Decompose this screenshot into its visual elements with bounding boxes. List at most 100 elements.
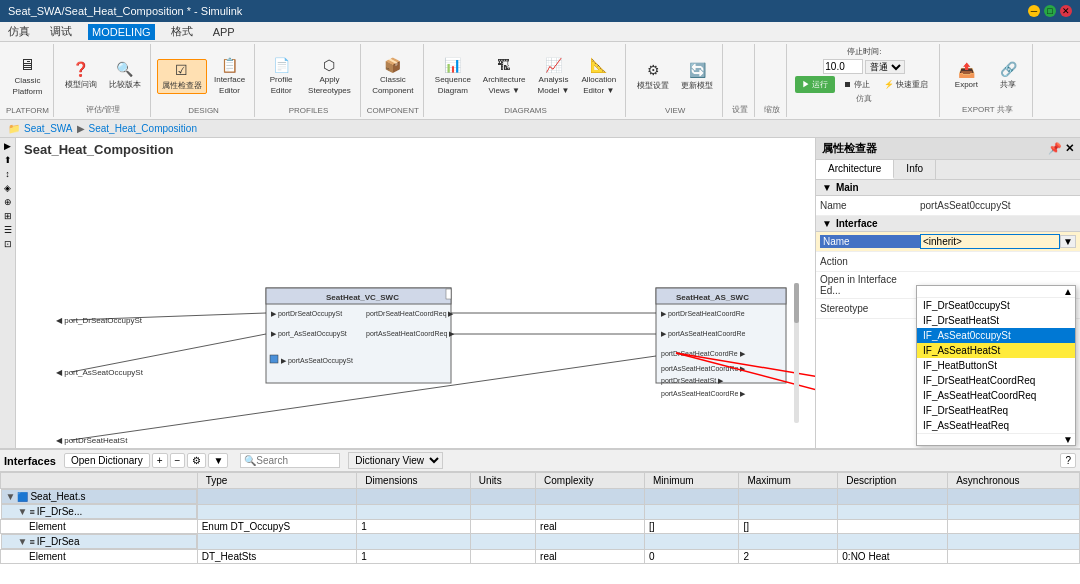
table-cell <box>739 504 838 520</box>
col-header-units: Units <box>470 473 535 489</box>
profile-editor-button[interactable]: 📄ProfileEditor <box>261 54 301 98</box>
table-cell <box>838 534 948 550</box>
svg-text:SeatHeat_AS_SWC: SeatHeat_AS_SWC <box>676 293 749 302</box>
interfaces-title: Interfaces <box>4 455 56 467</box>
row-subgroup2-name: IF_DrSea <box>37 536 80 547</box>
col-header-maximum: Maximum <box>739 473 838 489</box>
view-select[interactable]: Dictionary View <box>348 452 443 469</box>
interface-name-dropdown-btn[interactable]: ▼ <box>1060 235 1076 248</box>
table-row[interactable]: ▼ ≡ IF_DrSe... <box>1 504 1080 520</box>
as-swc-block[interactable] <box>656 288 786 383</box>
table-cell-name: Element <box>1 520 198 534</box>
classic-component-button[interactable]: 📦ClassicComponent <box>367 54 418 98</box>
sidebar-tool6[interactable]: ⊡ <box>3 238 13 250</box>
dropdown-item-2-selected[interactable]: IF_AsSeat0ccupySt <box>917 328 1075 343</box>
main-section-header[interactable]: ▼ Main <box>816 180 1080 196</box>
property-panel: 属性检查器 📌 ✕ Architecture Info ▼ Main Name … <box>815 138 1080 448</box>
model-query-button[interactable]: ❓模型问询 <box>60 58 102 93</box>
table-row[interactable]: ▼ ≡ IF_DrSea <box>1 534 1080 550</box>
table-filter-button[interactable]: ▼ <box>208 453 228 468</box>
panel-header: 属性检查器 📌 ✕ <box>816 138 1080 160</box>
table-cell <box>536 534 645 550</box>
zoom-group-label: 缩放 <box>764 104 780 115</box>
sidebar-tool4[interactable]: ⊞ <box>3 210 13 222</box>
apply-stereotypes-button[interactable]: ⬡ApplyStereotypes <box>303 54 356 98</box>
dropdown-scroll-down[interactable]: ▼ <box>1061 434 1075 445</box>
table-settings-button[interactable]: ⚙ <box>187 453 206 468</box>
allocation-editor-button[interactable]: 📐AllocationEditor ▼ <box>576 54 621 98</box>
breadcrumb-composition[interactable]: Seat_Heat_Composition <box>89 123 197 134</box>
dropdown-item-0[interactable]: IF_DrSeat0ccupySt <box>917 298 1075 313</box>
menu-app[interactable]: APP <box>209 24 239 40</box>
svg-rect-5 <box>270 355 278 363</box>
dropdown-item-5[interactable]: IF_DrSeatHeatCoordReq <box>917 373 1075 388</box>
run-button[interactable]: ▶ 运行 <box>795 76 835 93</box>
menu-bar: 仿真 调试 MODELING 格式 APP <box>0 22 1080 42</box>
maximize-button[interactable]: □ <box>1044 5 1056 17</box>
table-cell-min2: 0 <box>645 550 739 564</box>
dropdown-item-3-highlighted[interactable]: IF_AsSeatHeatSt <box>917 343 1075 358</box>
interface-section-header[interactable]: ▼ Interface <box>816 216 1080 232</box>
sidebar-tool1[interactable]: ↕ <box>4 168 11 180</box>
dropdown-item-6[interactable]: IF_AsSeatHeatCoordReq <box>917 388 1075 403</box>
menu-debug[interactable]: 调试 <box>46 22 76 41</box>
table-cell-complexity: real <box>536 520 645 534</box>
dropdown-item-8[interactable]: IF_AsSeatHeatReq <box>917 418 1075 433</box>
table-row[interactable]: ▼ 🟦 Seat_Heat.s <box>1 489 1080 505</box>
close-button[interactable]: ✕ <box>1060 5 1072 17</box>
attr-checker-button[interactable]: ☑属性检查器 <box>157 59 207 94</box>
analysis-model-button[interactable]: 📈AnalysisModel ▼ <box>533 54 575 98</box>
vc-swc-block[interactable] <box>266 288 451 383</box>
mode-select[interactable]: 普通 <box>865 60 905 74</box>
platform-group-label: PLATFORM <box>6 106 49 115</box>
sidebar-tool3[interactable]: ⊕ <box>3 196 13 208</box>
svg-rect-25 <box>794 283 799 323</box>
search-input[interactable] <box>256 455 336 466</box>
minimize-button[interactable]: ─ <box>1028 5 1040 17</box>
dropdown-item-4[interactable]: IF_HeatButtonSt <box>917 358 1075 373</box>
dropdown-scroll-up[interactable]: ▲ <box>1061 286 1075 297</box>
sidebar-tool2[interactable]: ◈ <box>3 182 12 194</box>
update-model-button[interactable]: 🔄更新模型 <box>676 59 718 94</box>
svg-text:SeatHeat_VC_SWC: SeatHeat_VC_SWC <box>326 293 399 302</box>
menu-modeling[interactable]: MODELING <box>88 24 155 40</box>
table-add-button[interactable]: + <box>152 453 168 468</box>
dropdown-item-7[interactable]: IF_DrSeatHeatReq <box>917 403 1075 418</box>
breadcrumb-swa[interactable]: Seat_SWA <box>24 123 73 134</box>
menu-format[interactable]: 格式 <box>167 22 197 41</box>
table-cell-min: [] <box>645 520 739 534</box>
share-button[interactable]: 🔗共享 <box>988 58 1028 93</box>
panel-close-icon[interactable]: ✕ <box>1065 142 1074 155</box>
table-cell <box>838 504 948 520</box>
panel-pin-icon[interactable]: 📌 <box>1048 142 1062 155</box>
sidebar-expand-icon[interactable]: ▶ <box>3 140 12 152</box>
classic-platform-button[interactable]: 🖥 ClassicPlatform <box>7 53 47 99</box>
table-remove-button[interactable]: − <box>170 453 186 468</box>
compare-button[interactable]: 🔍比较版本 <box>104 58 146 93</box>
interface-editor-button[interactable]: 📋InterfaceEditor <box>209 54 250 98</box>
menu-simulation[interactable]: 仿真 <box>4 22 34 41</box>
export-button[interactable]: 📤Export <box>946 59 986 92</box>
design-group-label: DESIGN <box>188 106 219 115</box>
stop-time-input[interactable] <box>823 59 863 74</box>
open-dictionary-button[interactable]: Open Dictionary <box>64 453 150 468</box>
table-row[interactable]: Element DT_HeatSts 1 real 0 2 0:NO Heat <box>1 550 1080 564</box>
table-cell <box>645 504 739 520</box>
table-cell-dim: 1 <box>357 520 471 534</box>
fast-restart-button[interactable]: ⚡ 快速重启 <box>879 76 933 93</box>
sequence-diagram-button[interactable]: 📊SequenceDiagram <box>430 54 476 98</box>
breadcrumb-icon: 📁 <box>8 123 20 134</box>
tab-architecture[interactable]: Architecture <box>816 160 894 179</box>
dropdown-item-1[interactable]: IF_DrSeatHeatSt <box>917 313 1075 328</box>
ribbon: 🖥 ClassicPlatform PLATFORM ❓模型问询 🔍比较版本 评… <box>0 42 1080 120</box>
stop-button[interactable]: ⏹ 停止 <box>837 76 877 93</box>
model-settings-button[interactable]: ⚙模型设置 <box>632 59 674 94</box>
table-help-button[interactable]: ? <box>1060 453 1076 468</box>
tab-info[interactable]: Info <box>894 160 936 179</box>
interface-name-input[interactable] <box>920 234 1060 249</box>
architecture-views-button[interactable]: 🏗ArchitectureViews ▼ <box>478 54 531 98</box>
sidebar-tool5[interactable]: ☰ <box>3 224 13 236</box>
table-row[interactable]: Element Enum DT_OccupyS 1 real [] [] <box>1 520 1080 534</box>
interface-name-label: Name <box>820 235 920 248</box>
sidebar-arrow-icon[interactable]: ⬆ <box>3 154 13 166</box>
